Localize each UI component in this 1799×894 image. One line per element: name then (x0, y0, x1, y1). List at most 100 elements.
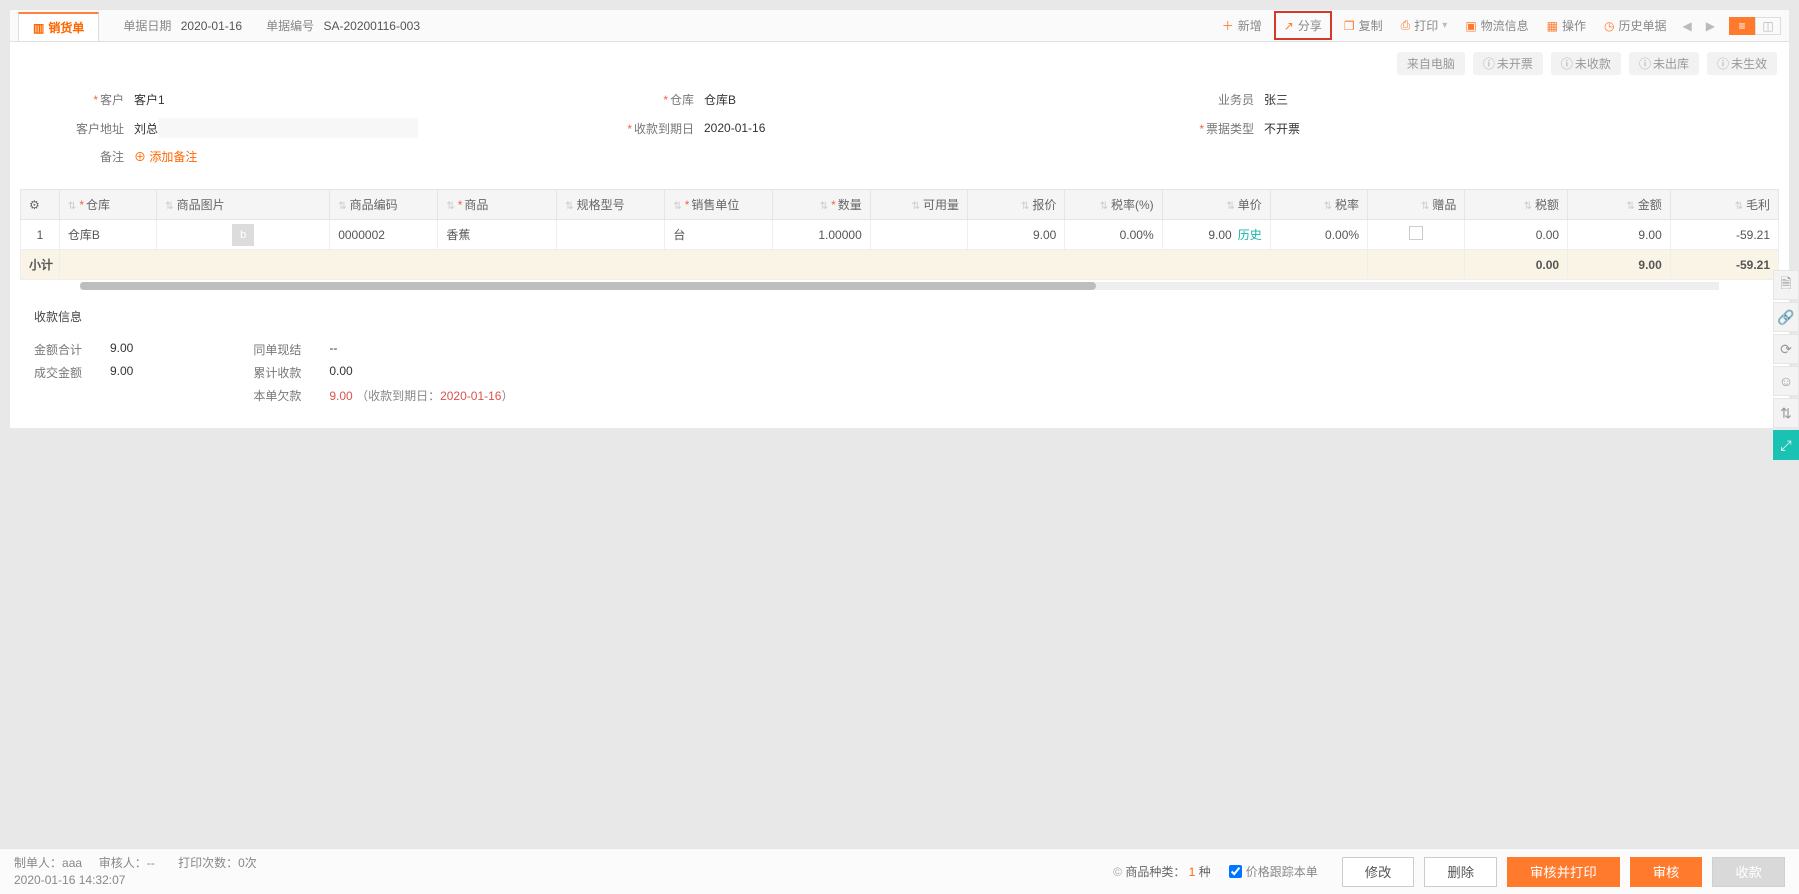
right-dock: 🗎 🔗 ⟳ ☺ ⇅ ⤢ (1773, 270, 1799, 460)
col-code[interactable]: ⇅商品编码 (330, 190, 438, 220)
salesman-value[interactable]: 张三 (1264, 91, 1288, 108)
col-qty[interactable]: ⇅*数量 (773, 190, 870, 220)
review-button[interactable]: 审核 (1630, 857, 1703, 887)
delete-button[interactable]: 删除 (1424, 857, 1497, 887)
categories-info: © 商品种类： 1 种 (1113, 863, 1211, 880)
dock-note-button[interactable]: 🗎 (1773, 270, 1799, 300)
next-doc-button[interactable]: ▶ (1702, 19, 1719, 33)
view-toggle: ≡ ◫ (1729, 17, 1781, 35)
price-follow-input[interactable] (1229, 865, 1242, 878)
cell-quote[interactable]: 9.00 (968, 220, 1065, 250)
actions-button[interactable]: ▦操作 (1541, 13, 1592, 38)
payment-section: 收款信息 金额合计9.00 成交金额9.00 同单现结-- 累计收款0.00 本… (10, 292, 1789, 428)
history-icon: ◷ (1604, 19, 1614, 33)
pill-inactive[interactable]: ⓘ未生效 (1707, 52, 1777, 75)
footer-bar: 制单人：aaa 审核人：-- 打印次数：0次 2020-01-16 14:32:… (0, 848, 1799, 894)
cell-code[interactable]: 0000002 (330, 220, 438, 250)
cell-tax-pct[interactable]: 0.00% (1065, 220, 1162, 250)
chevron-down-icon: ▾ (1442, 20, 1447, 31)
cell-unit[interactable]: 台 (665, 220, 773, 250)
info-icon: ⓘ (1639, 57, 1651, 71)
col-warehouse[interactable]: ⇅*仓库 (59, 190, 156, 220)
reviewer: -- (147, 856, 155, 870)
col-price[interactable]: ⇅单价 (1162, 190, 1270, 220)
invoice-type-value[interactable]: 不开票 (1264, 120, 1300, 137)
tab-title: 销货单 (48, 19, 84, 36)
price-follow-checkbox[interactable]: 价格跟踪本单 (1229, 863, 1318, 880)
col-tax-rate[interactable]: ⇅税率 (1270, 190, 1367, 220)
view-list-button[interactable]: ≡ (1729, 17, 1755, 35)
cell-spec[interactable] (557, 220, 665, 250)
pill-unpaid[interactable]: ⓘ未收款 (1551, 52, 1621, 75)
scrollbar-thumb[interactable] (80, 282, 1096, 290)
gift-checkbox[interactable] (1409, 226, 1423, 240)
col-tax-amount[interactable]: ⇅税额 (1465, 190, 1568, 220)
history-docs-button[interactable]: ◷历史单据 (1598, 13, 1673, 38)
review-print-button[interactable]: 审核并打印 (1507, 857, 1620, 887)
column-settings-button[interactable]: ⚙ (21, 190, 60, 220)
logistics-button[interactable]: ▣物流信息 (1459, 13, 1534, 38)
cell-product[interactable]: 香蕉 (438, 220, 557, 250)
items-table-wrap: ⚙ ⇅*仓库 ⇅商品图片 ⇅商品编码 ⇅*商品 ⇅规格型号 ⇅*销售单位 ⇅*数… (10, 183, 1789, 290)
info-icon: ⓘ (1561, 57, 1573, 71)
col-available[interactable]: ⇅可用量 (870, 190, 967, 220)
doc-no-label: 单据编号 (266, 19, 314, 33)
print-button[interactable]: ⎙打印▾ (1395, 13, 1454, 38)
dock-sort-button[interactable]: ⇅ (1773, 398, 1799, 428)
amount-total: 9.00 (110, 341, 133, 358)
address-value[interactable]: 刘总 (134, 120, 158, 137)
prev-doc-button[interactable]: ◀ (1679, 19, 1696, 33)
col-tax-pct[interactable]: ⇅税率(%) (1065, 190, 1162, 220)
col-image[interactable]: ⇅商品图片 (157, 190, 330, 220)
dock-attachment-button[interactable]: 🔗 (1773, 302, 1799, 332)
col-quote[interactable]: ⇅报价 (968, 190, 1065, 220)
cell-qty[interactable]: 1.00000 (773, 220, 870, 250)
col-product[interactable]: ⇅*商品 (438, 190, 557, 220)
cell-available (870, 220, 967, 250)
due-date-value[interactable]: 2020-01-16 (704, 121, 765, 135)
subtotal-row: 小计 0.00 9.00 -59.21 (21, 250, 1779, 280)
new-button[interactable]: ＋新增 (1216, 13, 1268, 38)
add-remark-link[interactable]: ⊕ 添加备注 (134, 148, 197, 165)
topbar: ▥ 销货单 单据日期 2020-01-16 单据编号 SA-20200116-0… (10, 10, 1789, 42)
pill-unshipped[interactable]: ⓘ未出库 (1629, 52, 1699, 75)
field-salesman: 业务员 张三 (1168, 91, 1761, 108)
cell-warehouse[interactable]: 仓库B (59, 220, 156, 250)
table-horizontal-scrollbar[interactable] (80, 282, 1719, 290)
col-unit[interactable]: ⇅*销售单位 (665, 190, 773, 220)
dock-refresh-button[interactable]: ⟳ (1773, 334, 1799, 364)
payment-title: 收款信息 (34, 308, 1765, 325)
modify-button[interactable]: 修改 (1342, 857, 1415, 887)
truck-icon: ▣ (1465, 19, 1476, 33)
cell-price[interactable]: 9.00历史 (1162, 220, 1270, 250)
plus-circle-icon: ⊕ (134, 150, 146, 164)
view-card-button[interactable]: ◫ (1755, 17, 1781, 35)
info-icon: ⓘ (1717, 57, 1729, 71)
subtotal-amount: 9.00 (1568, 250, 1671, 280)
warehouse-value[interactable]: 仓库B (704, 91, 736, 108)
tab-sales-order[interactable]: ▥ 销货单 (18, 12, 99, 41)
copy-button[interactable]: ❐复制 (1338, 13, 1389, 38)
share-icon: ↗ (1284, 19, 1294, 33)
info-icon: ⓘ (1483, 57, 1495, 71)
col-gift[interactable]: ⇅赠品 (1368, 190, 1465, 220)
table-row[interactable]: 1 仓库B b 0000002 香蕉 台 1.00000 9.00 0.00% … (21, 220, 1779, 250)
footer-actions: 修改 删除 审核并打印 审核 收款 (1342, 857, 1785, 887)
col-gross[interactable]: ⇅毛利 (1670, 190, 1778, 220)
cell-tax-rate[interactable]: 0.00% (1270, 220, 1367, 250)
cell-gift[interactable] (1368, 220, 1465, 250)
doc-date: 单据日期 2020-01-16 (123, 17, 242, 34)
share-button[interactable]: ↗分享 (1274, 11, 1332, 40)
col-spec[interactable]: ⇅规格型号 (557, 190, 665, 220)
address-extra[interactable] (158, 118, 418, 138)
plus-icon: ＋ (1222, 17, 1234, 34)
pill-source: 来自电脑 (1397, 52, 1465, 75)
pill-uninvoiced[interactable]: ⓘ未开票 (1473, 52, 1543, 75)
dock-user-button[interactable]: ☺ (1773, 366, 1799, 396)
customer-value[interactable]: 客户1 (134, 91, 165, 108)
col-amount[interactable]: ⇅金额 (1568, 190, 1671, 220)
dock-expand-button[interactable]: ⤢ (1773, 430, 1799, 460)
grid-icon: ▦ (1547, 19, 1558, 33)
price-history-link[interactable]: 历史 (1238, 228, 1262, 242)
cell-image[interactable]: b (157, 220, 330, 250)
